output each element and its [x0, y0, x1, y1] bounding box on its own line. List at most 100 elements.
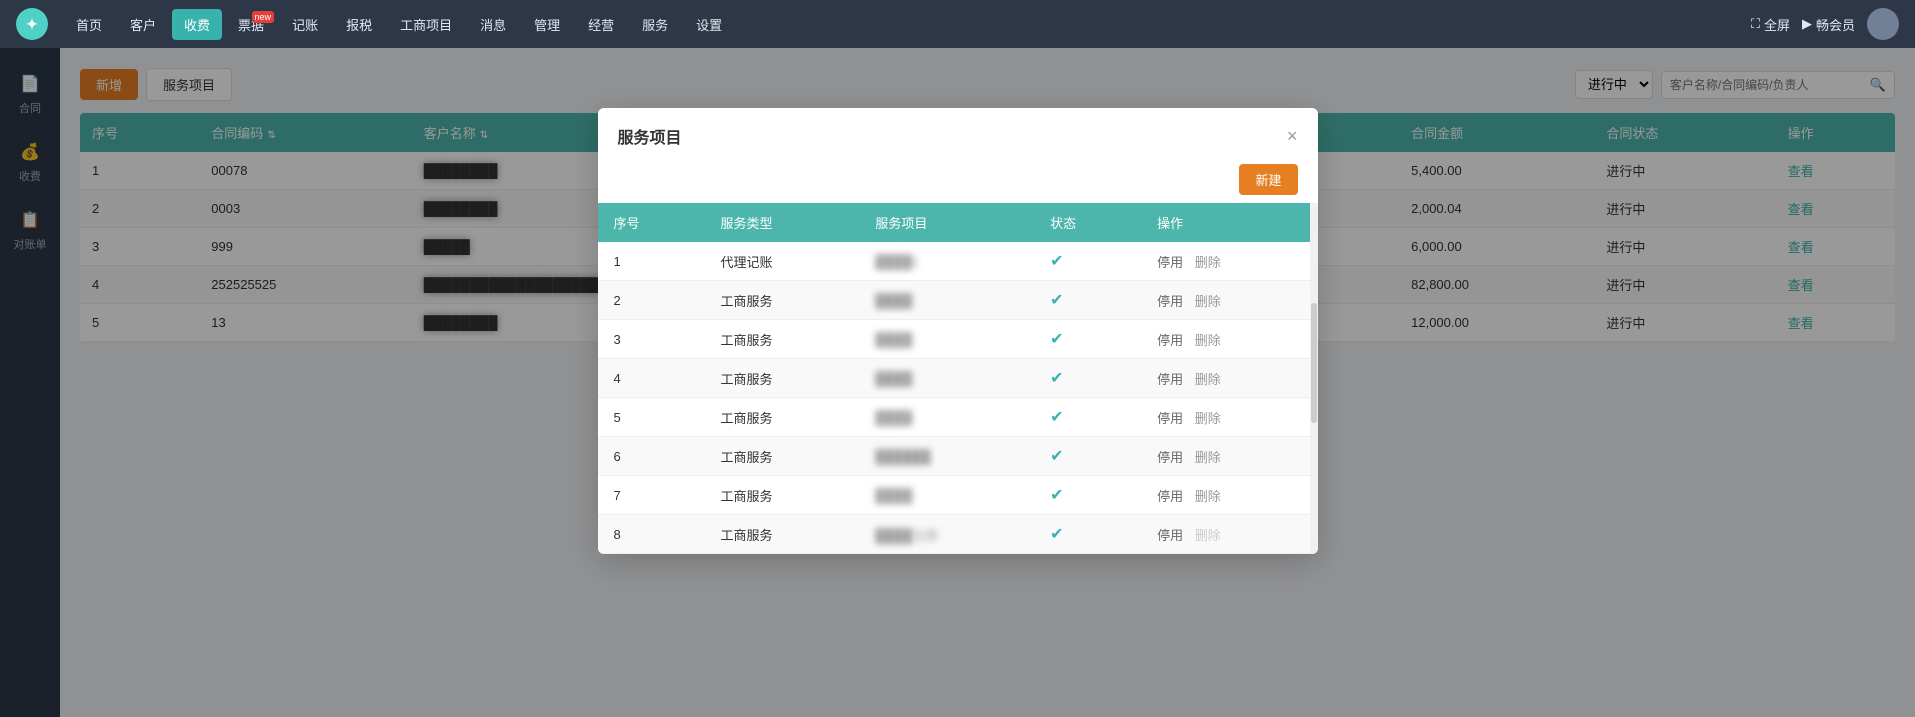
modal-cell-status: ✔ — [1034, 320, 1141, 359]
modal-cell-seq: 4 — [598, 359, 705, 398]
status-check-icon: ✔ — [1050, 487, 1063, 504]
modal-cell-type: 工商服务 — [704, 476, 859, 515]
modal-cell-item: ████ — [859, 398, 1034, 437]
scrollbar-track — [1310, 203, 1318, 554]
modal-cell-actions: 停用 删除 — [1141, 242, 1317, 281]
modal-table-header: 序号 服务类型 服务项目 状态 操作 — [598, 203, 1318, 242]
modal-cell-actions: 停用 删除 — [1141, 476, 1317, 515]
nav-piao[interactable]: 票据 new — [226, 9, 276, 40]
delete-button[interactable]: 删除 — [1195, 372, 1221, 387]
nav-guanli[interactable]: 管理 — [522, 9, 572, 40]
top-navigation: ✦ 首页 客户 收费 票据 new 记账 报税 工商项目 消息 管理 经营 服务… — [0, 0, 1915, 48]
modal-col-seq: 序号 — [598, 203, 705, 242]
delete-button[interactable]: 删除 — [1195, 294, 1221, 309]
modal-cell-status: ✔ — [1034, 515, 1141, 554]
delete-button[interactable]: 删除 — [1195, 450, 1221, 465]
nav-jizhang[interactable]: 记账 — [280, 9, 330, 40]
modal-cell-type: 代理记账 — [704, 242, 859, 281]
modal-new-button[interactable]: 新建 — [1239, 164, 1297, 195]
stop-button[interactable]: 停用 — [1157, 255, 1183, 270]
status-check-icon: ✔ — [1050, 526, 1063, 543]
modal-title: 服务项目 — [618, 124, 682, 148]
modal-header: 服务项目 × — [598, 108, 1318, 156]
modal-cell-status: ✔ — [1034, 398, 1141, 437]
nav-gongshang[interactable]: 工商项目 — [388, 9, 464, 40]
modal-table-row: 8 工商服务 ████注册 ✔ 停用 删除 — [598, 515, 1318, 554]
stop-button[interactable]: 停用 — [1157, 372, 1183, 387]
nav-shoufei[interactable]: 收费 — [172, 9, 222, 40]
stop-button[interactable]: 停用 — [1157, 333, 1183, 348]
delete-button[interactable]: 删除 — [1195, 411, 1221, 426]
status-check-icon: ✔ — [1050, 409, 1063, 426]
modal-cell-seq: 7 — [598, 476, 705, 515]
stop-button[interactable]: 停用 — [1157, 450, 1183, 465]
modal-overlay[interactable]: 服务项目 × 新建 序号 服务类型 服务项目 状态 操作 1 代理记账 — [0, 48, 1915, 717]
status-check-icon: ✔ — [1050, 448, 1063, 465]
modal-col-action: 操作 — [1141, 203, 1317, 242]
modal-cell-type: 工商服务 — [704, 359, 859, 398]
modal-cell-item: ████ — [859, 476, 1034, 515]
modal-table-row: 3 工商服务 ████ ✔ 停用 删除 — [598, 320, 1318, 359]
member-icon: ▶ — [1802, 16, 1812, 32]
nav-jingying[interactable]: 经营 — [576, 9, 626, 40]
modal-table-row: 6 工商服务 ██████ ✔ 停用 删除 — [598, 437, 1318, 476]
new-badge: new — [252, 11, 275, 24]
modal-table-row: 2 工商服务 ████ ✔ 停用 删除 — [598, 281, 1318, 320]
status-check-icon: ✔ — [1050, 253, 1063, 270]
nav-baoshui[interactable]: 报税 — [334, 9, 384, 40]
modal-cell-item: ████ — [859, 359, 1034, 398]
modal-cell-type: 工商服务 — [704, 320, 859, 359]
modal-cell-type: 工商服务 — [704, 437, 859, 476]
status-check-icon: ✔ — [1050, 292, 1063, 309]
modal-cell-actions: 停用 删除 — [1141, 359, 1317, 398]
nav-xiaoxi[interactable]: 消息 — [468, 9, 518, 40]
service-table: 序号 服务类型 服务项目 状态 操作 1 代理记账 ████1 ✔ 停用 删除 … — [598, 203, 1318, 554]
modal-cell-seq: 8 — [598, 515, 705, 554]
modal-cell-actions: 停用 删除 — [1141, 515, 1317, 554]
modal-cell-actions: 停用 删除 — [1141, 320, 1317, 359]
stop-button[interactable]: 停用 — [1157, 294, 1183, 309]
scrollbar-thumb[interactable] — [1311, 303, 1317, 423]
app-logo: ✦ — [16, 8, 48, 40]
member-button[interactable]: ▶ 畅会员 — [1802, 15, 1855, 34]
modal-table-row: 4 工商服务 ████ ✔ 停用 删除 — [598, 359, 1318, 398]
nav-home[interactable]: 首页 — [64, 9, 114, 40]
modal-col-type: 服务类型 — [704, 203, 859, 242]
modal-cell-seq: 3 — [598, 320, 705, 359]
modal-close-button[interactable]: × — [1287, 127, 1298, 145]
modal-cell-status: ✔ — [1034, 359, 1141, 398]
modal-cell-status: ✔ — [1034, 476, 1141, 515]
modal-cell-actions: 停用 删除 — [1141, 398, 1317, 437]
modal-col-status: 状态 — [1034, 203, 1141, 242]
modal-cell-status: ✔ — [1034, 242, 1141, 281]
nav-client[interactable]: 客户 — [118, 9, 168, 40]
modal-cell-type: 工商服务 — [704, 281, 859, 320]
delete-button[interactable]: 删除 — [1195, 255, 1221, 270]
modal-cell-item: ██████ — [859, 437, 1034, 476]
status-check-icon: ✔ — [1050, 331, 1063, 348]
modal-cell-actions: 停用 删除 — [1141, 281, 1317, 320]
stop-button[interactable]: 停用 — [1157, 528, 1183, 543]
status-check-icon: ✔ — [1050, 370, 1063, 387]
modal-cell-status: ✔ — [1034, 281, 1141, 320]
modal-cell-status: ✔ — [1034, 437, 1141, 476]
avatar[interactable] — [1867, 8, 1899, 40]
modal-col-item: 服务项目 — [859, 203, 1034, 242]
stop-button[interactable]: 停用 — [1157, 411, 1183, 426]
delete-button[interactable]: 删除 — [1195, 333, 1221, 348]
nav-shezhi[interactable]: 设置 — [684, 9, 734, 40]
modal-cell-seq: 1 — [598, 242, 705, 281]
modal-cell-seq: 5 — [598, 398, 705, 437]
modal-table-row: 1 代理记账 ████1 ✔ 停用 删除 — [598, 242, 1318, 281]
modal-cell-item: ████ — [859, 320, 1034, 359]
modal-table-row: 5 工商服务 ████ ✔ 停用 删除 — [598, 398, 1318, 437]
stop-button[interactable]: 停用 — [1157, 489, 1183, 504]
service-modal: 服务项目 × 新建 序号 服务类型 服务项目 状态 操作 1 代理记账 — [598, 108, 1318, 554]
nav-fuwu[interactable]: 服务 — [630, 9, 680, 40]
modal-cell-item: ████ — [859, 281, 1034, 320]
fullscreen-button[interactable]: ⛶ 全屏 — [1751, 15, 1790, 34]
delete-button[interactable]: 删除 — [1195, 489, 1221, 504]
modal-cell-type: 工商服务 — [704, 398, 859, 437]
fullscreen-icon: ⛶ — [1751, 16, 1760, 32]
modal-cell-seq: 6 — [598, 437, 705, 476]
